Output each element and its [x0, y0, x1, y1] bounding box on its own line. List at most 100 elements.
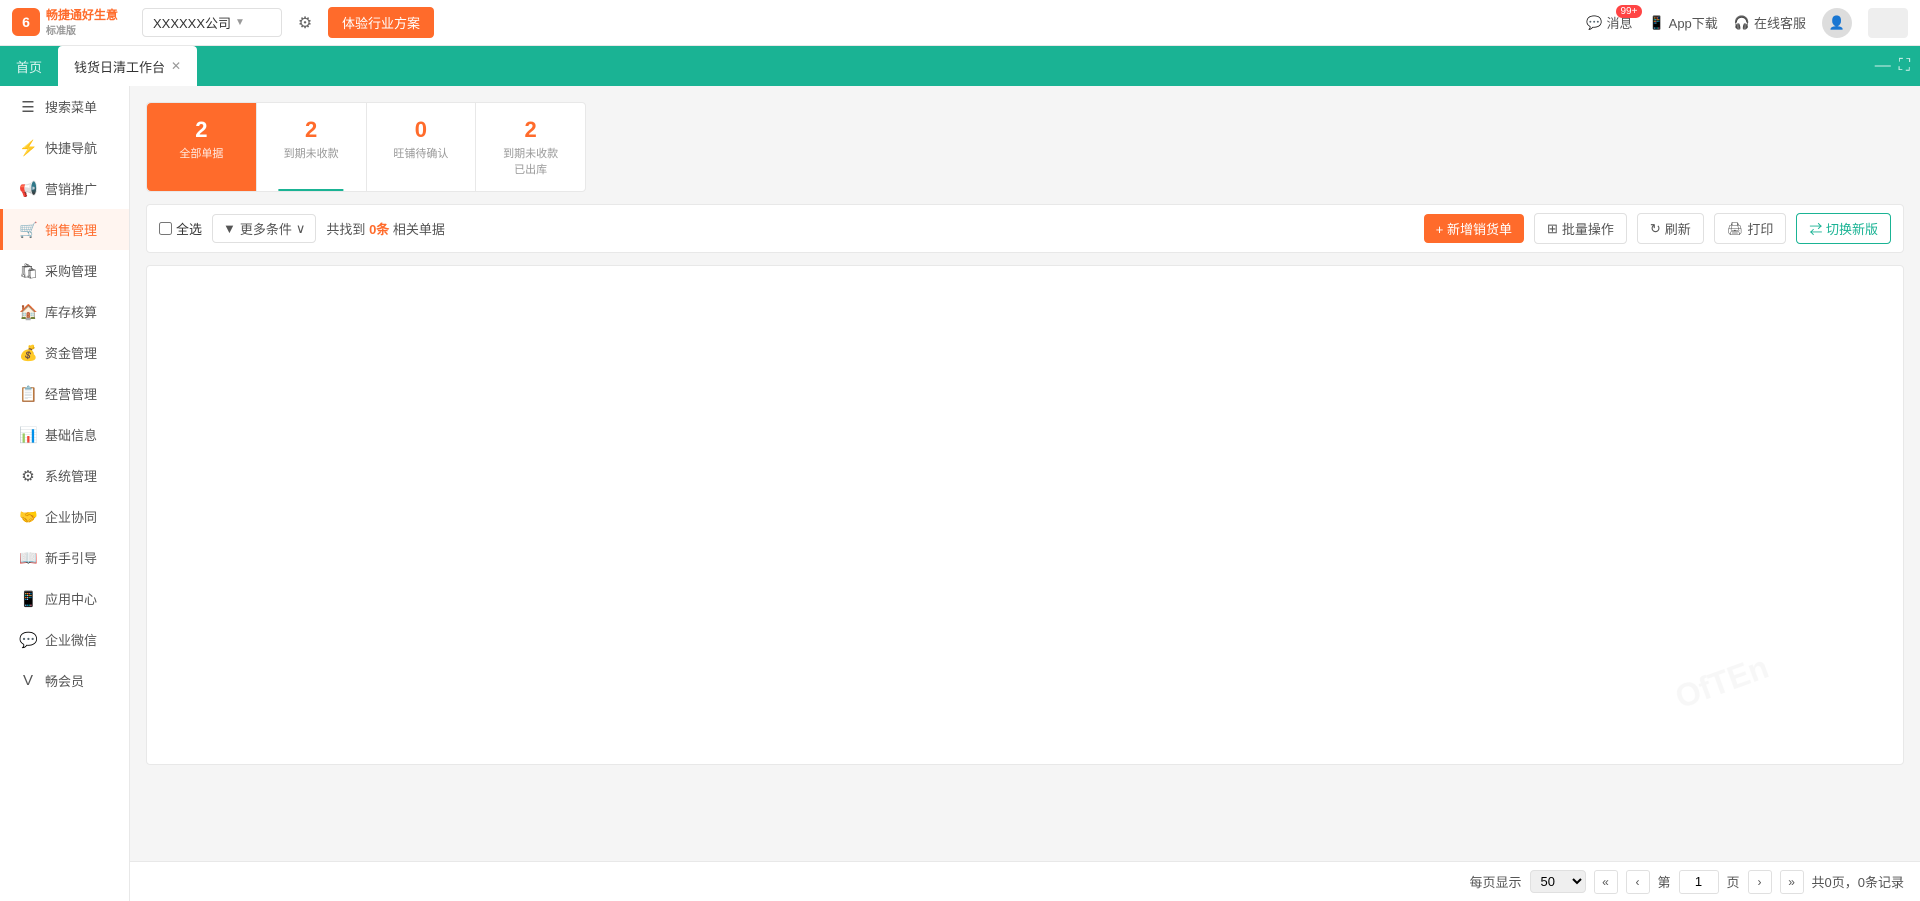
sidebar-item-guide[interactable]: 📖 新手引导 — [0, 537, 129, 578]
messages-button[interactable]: 💬 消息 99+ — [1586, 13, 1632, 32]
prev-page-button[interactable]: ‹ — [1626, 870, 1650, 894]
first-page-button[interactable]: « — [1594, 870, 1618, 894]
quicknav-icon: ⚡ — [19, 139, 37, 157]
header-right: 💬 消息 99+ 📱 App下载 🎧 在线客服 👤 — [1586, 8, 1908, 38]
found-text: 共找到 0条 相关单据 — [326, 219, 445, 238]
sidebar-item-marketing[interactable]: 📢 营销推广 — [0, 168, 129, 209]
sidebar-item-purchase[interactable]: 🛍 采购管理 — [0, 250, 129, 291]
sidebar-item-search[interactable]: ☰ 搜索菜单 — [0, 86, 129, 127]
sidebar: ☰ 搜索菜单 ⚡ 快捷导航 📢 营销推广 🛒 销售管理 🛍 采购管理 🏠 库存核… — [0, 86, 130, 901]
sidebar-item-operations[interactable]: 📋 经营管理 — [0, 373, 129, 414]
switch-version-button[interactable]: ⇄ 切换新版 — [1796, 213, 1891, 244]
empty-table-body — [147, 266, 1903, 746]
sidebar-item-apps-label: 应用中心 — [45, 589, 97, 608]
company-selector[interactable]: XXXXXX公司 ▼ — [142, 8, 282, 37]
maximize-icon[interactable]: ⛶ — [1899, 57, 1910, 75]
sidebar-item-system[interactable]: ⚙ 系统管理 — [0, 455, 129, 496]
online-service-label: 在线客服 — [1754, 13, 1806, 32]
stat-number-overdue: 2 — [277, 117, 346, 143]
app-icon: 📱 — [1648, 15, 1664, 31]
app-download-button[interactable]: 📱 App下载 — [1648, 13, 1717, 32]
sidebar-item-quicknav[interactable]: ⚡ 快捷导航 — [0, 127, 129, 168]
print-button[interactable]: 🖨 打印 — [1714, 213, 1787, 244]
enterprise-icon: 🤝 — [19, 508, 37, 526]
sidebar-item-marketing-label: 营销推广 — [45, 179, 97, 198]
last-page-button[interactable]: » — [1780, 870, 1804, 894]
refresh-button[interactable]: ↻ 刷新 — [1637, 213, 1704, 244]
trial-button[interactable]: 体验行业方案 — [328, 7, 434, 38]
print-label: 打印 — [1747, 219, 1773, 238]
sidebar-item-wechat-label: 企业微信 — [45, 630, 97, 649]
sidebar-item-vip[interactable]: V 畅会员 — [0, 660, 129, 701]
sidebar-item-enterprise[interactable]: 🤝 企业协同 — [0, 496, 129, 537]
per-page-select[interactable]: 50 20 100 — [1530, 870, 1586, 893]
batch-icon: ⊞ — [1547, 221, 1558, 237]
marketing-icon: 📢 — [19, 180, 37, 198]
stat-card-shipped[interactable]: 2 到期未收款 已出库 — [476, 103, 585, 191]
filter-label: 更多条件 — [240, 219, 292, 238]
total-records: 共0页，0条记录 — [1812, 872, 1904, 891]
online-service-button[interactable]: 🎧 在线客服 — [1734, 13, 1806, 32]
page-number-input[interactable] — [1679, 870, 1719, 894]
logo-area: 6 畅捷通好生意 标准版 — [12, 8, 142, 37]
guide-icon: 📖 — [19, 549, 37, 567]
select-all-input[interactable] — [159, 222, 172, 235]
logo-name: 畅捷通好生意 — [46, 8, 118, 22]
toolbar-left: 全选 ▼ 更多条件 ∨ 共找到 0条 相关单据 — [159, 214, 445, 243]
tab-home[interactable]: 首页 — [0, 46, 58, 86]
toolbar-right: + 新增销货单 ⊞ 批量操作 ↻ 刷新 🖨 打印 ⇄ 切换新版 — [1424, 213, 1891, 244]
sidebar-item-sales[interactable]: 🛒 销售管理 — [0, 209, 129, 250]
sidebar-item-finance[interactable]: 💰 资金管理 — [0, 332, 129, 373]
filter-button[interactable]: ▼ 更多条件 ∨ — [212, 214, 316, 243]
first-page-icon: « — [1602, 875, 1609, 889]
logo-icon: 6 — [12, 8, 40, 36]
stat-card-pending[interactable]: 0 旺铺待确认 — [367, 103, 477, 191]
tab-bar: 首页 钱货日清工作台 ✕ — ⛶ — [0, 46, 1920, 86]
refresh-label: 刷新 — [1665, 219, 1691, 238]
sidebar-item-basic-info[interactable]: 📊 基础信息 — [0, 414, 129, 455]
sidebar-item-vip-label: 畅会员 — [45, 671, 84, 690]
avatar[interactable]: 👤 — [1822, 8, 1852, 38]
gear-icon: ⚙ — [298, 13, 312, 33]
stat-number-shipped: 2 — [496, 117, 565, 143]
vip-icon: V — [19, 672, 37, 689]
system-icon: ⚙ — [19, 467, 37, 485]
switch-label: 切换新版 — [1826, 222, 1878, 237]
stat-number-all: 2 — [167, 117, 236, 143]
tab-workbench-label: 钱货日清工作台 — [74, 57, 165, 76]
batch-label: 批量操作 — [1562, 219, 1614, 238]
minimize-icon[interactable]: — — [1875, 57, 1891, 75]
add-sale-button[interactable]: + 新增销货单 — [1424, 214, 1524, 243]
stat-card-all[interactable]: 2 全部单据 — [147, 103, 257, 191]
sidebar-item-search-label: 搜索菜单 — [45, 97, 97, 116]
messages-badge: 99+ — [1616, 5, 1643, 18]
stat-label-all: 全部单据 — [167, 145, 236, 161]
logo-sub: 标准版 — [46, 22, 118, 37]
sidebar-item-system-label: 系统管理 — [45, 466, 97, 485]
batch-operation-button[interactable]: ⊞ 批量操作 — [1534, 213, 1627, 244]
sidebar-item-inventory[interactable]: 🏠 库存核算 — [0, 291, 129, 332]
app-download-label: App下载 — [1669, 13, 1718, 32]
tab-bar-actions: — ⛶ — [1875, 57, 1920, 75]
sales-icon: 🛒 — [19, 221, 37, 239]
found-suffix: 相关单据 — [393, 222, 445, 237]
company-arrow: ▼ — [235, 17, 245, 28]
found-prefix: 共找到 — [326, 222, 365, 237]
sidebar-item-inventory-label: 库存核算 — [45, 302, 97, 321]
basic-info-icon: 📊 — [19, 426, 37, 444]
refresh-icon: ↻ — [1650, 221, 1661, 237]
stat-card-overdue[interactable]: 2 到期未收款 — [257, 103, 367, 191]
tab-close-icon[interactable]: ✕ — [171, 59, 181, 73]
prev-page-icon: ‹ — [1636, 875, 1640, 889]
wechat-icon: 💬 — [19, 631, 37, 649]
select-all-checkbox[interactable]: 全选 — [159, 219, 202, 238]
page-end: 页 — [1727, 872, 1740, 891]
tab-workbench[interactable]: 钱货日清工作台 ✕ — [58, 46, 197, 86]
settings-button[interactable]: ⚙ — [290, 8, 320, 38]
filter-arrow: ∨ — [296, 221, 306, 237]
sidebar-item-guide-label: 新手引导 — [45, 548, 97, 567]
sidebar-item-apps[interactable]: 📱 应用中心 — [0, 578, 129, 619]
apps-icon: 📱 — [19, 590, 37, 608]
next-page-button[interactable]: › — [1748, 870, 1772, 894]
sidebar-item-wechat[interactable]: 💬 企业微信 — [0, 619, 129, 660]
